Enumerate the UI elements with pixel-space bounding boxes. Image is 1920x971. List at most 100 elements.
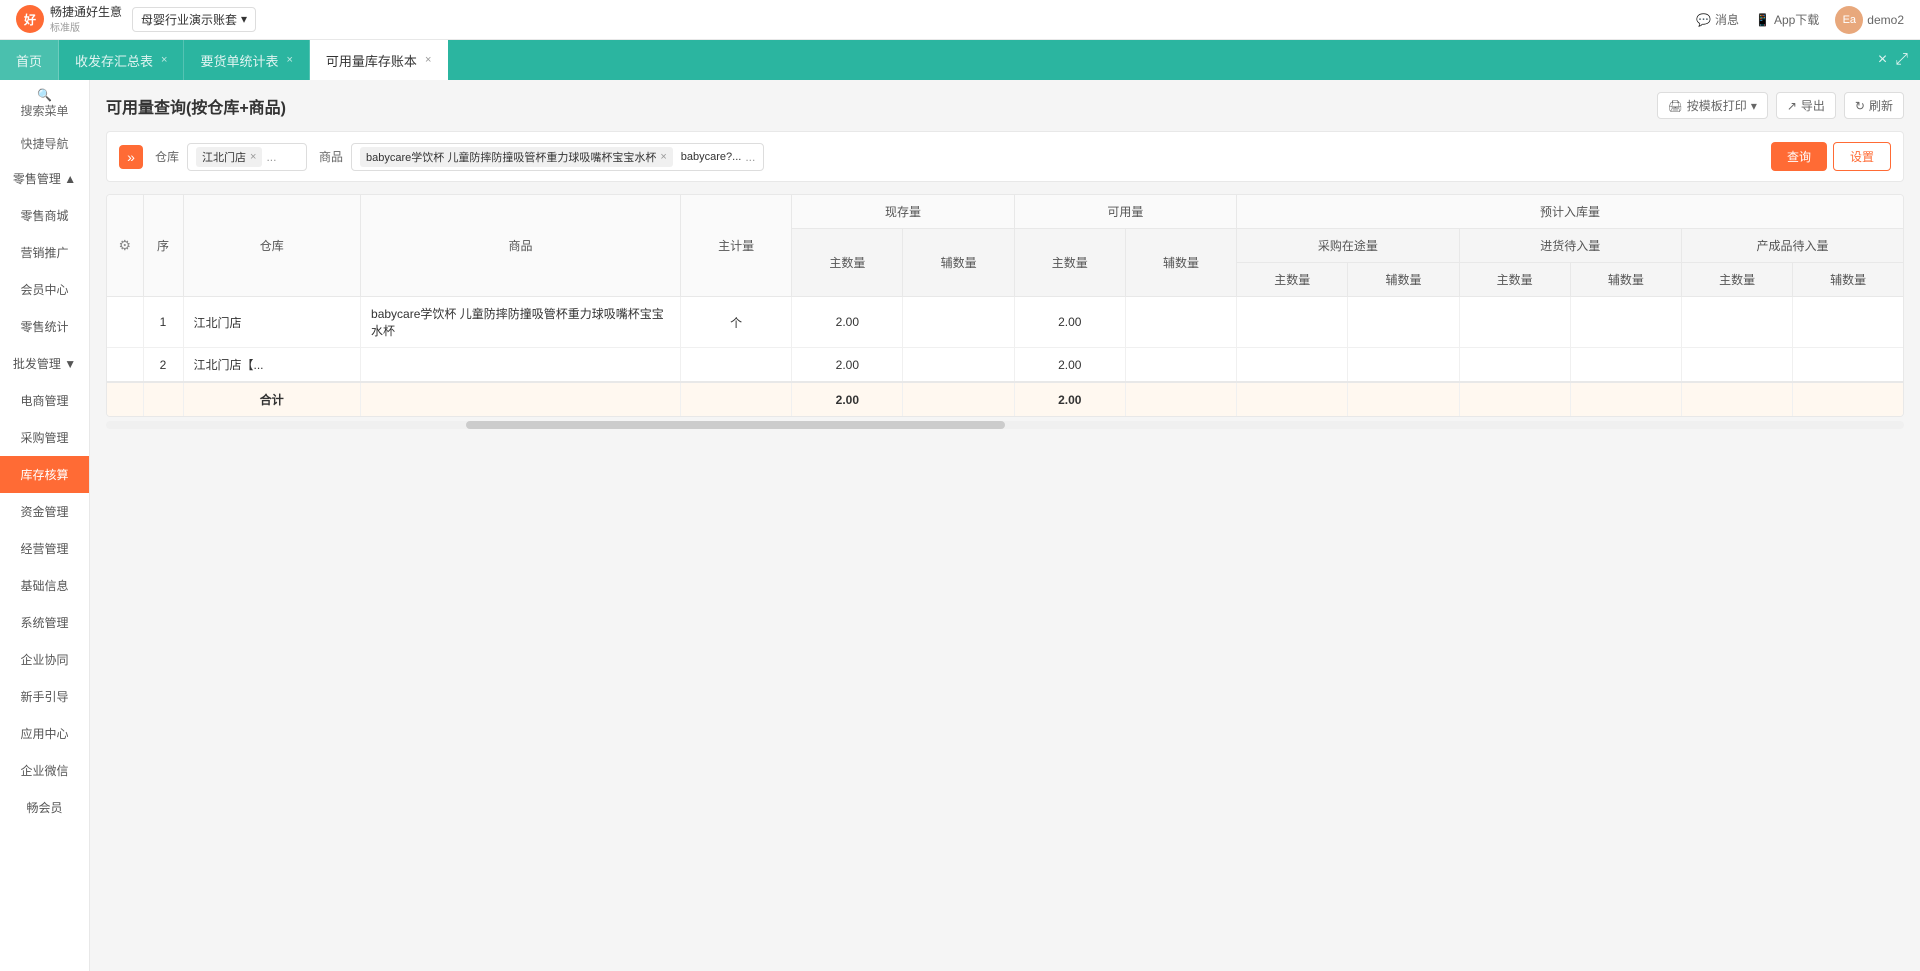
template-print-label: 按模板打印 (1687, 97, 1747, 114)
page-actions: 🖨 按模板打印 ▾ ↗ 导出 ↻ 刷新 (1657, 92, 1904, 119)
footer-no-cell (143, 382, 183, 416)
product-tag-1: babycare学饮杯 儿童防摔防撞吸管杯重力球吸嘴杯宝宝水杯 × (360, 147, 673, 167)
settings-button[interactable]: 设置 (1833, 142, 1891, 171)
page-content: 可用量查询(按仓库+商品) 🖨 按模板打印 ▾ ↗ 导出 ↻ 刷新 (90, 80, 1920, 445)
row-current-main: 2.00 (792, 348, 903, 383)
th-current-aux: 辅数量 (903, 229, 1014, 297)
row-incoming-main (1459, 348, 1570, 383)
tab-close-all[interactable]: × (1878, 51, 1887, 69)
product-filter-more[interactable]: ... (745, 150, 755, 164)
refresh-button[interactable]: ↻ 刷新 (1844, 92, 1904, 119)
th-product: 商品 (361, 195, 681, 297)
row-unit: 个 (681, 297, 792, 348)
footer-incoming-main (1459, 382, 1570, 416)
sidebar-item-operation-label: 经营管理 (20, 542, 68, 556)
th-purchase-aux: 辅数量 (1348, 263, 1459, 297)
filter-expand-button[interactable]: » (119, 145, 143, 169)
sidebar-item-vip[interactable]: 畅会员 (0, 789, 89, 826)
app-download-action[interactable]: 📱 App下载 (1755, 11, 1819, 28)
query-button[interactable]: 查询 (1771, 142, 1827, 171)
sidebar-item-app-center[interactable]: 应用中心 (0, 715, 89, 752)
tab-home-label: 首页 (16, 51, 42, 70)
sidebar-item-newbie-label: 新手引导 (20, 690, 68, 704)
template-print-button[interactable]: 🖨 按模板打印 ▾ (1657, 92, 1768, 119)
product-tag-1-close[interactable]: × (660, 151, 666, 163)
inventory-table: ⚙ 序 仓库 商品 主计量 (107, 195, 1903, 416)
export-button[interactable]: ↗ 导出 (1776, 92, 1836, 119)
tab-expand[interactable]: ⤢ (1895, 51, 1908, 69)
sidebar-item-newbie[interactable]: 新手引导 (0, 678, 89, 715)
tab-available-inventory-close[interactable]: × (425, 54, 431, 66)
sidebar-item-marketing-label: 营销推广 (20, 246, 68, 260)
sidebar-item-online-store[interactable]: 零售商城 (0, 197, 89, 234)
footer-label-cell: 合计 (183, 382, 361, 416)
sidebar-item-basic-info[interactable]: 基础信息 (0, 567, 89, 604)
sidebar-item-wechat-work[interactable]: 企业微信 (0, 752, 89, 789)
row-no: 2 (143, 348, 183, 383)
sidebar-item-zero-sales[interactable]: 零售管理 ▲ (0, 160, 89, 197)
sidebar-item-system[interactable]: 系统管理 (0, 604, 89, 641)
row-available-aux (1125, 348, 1236, 383)
user-profile[interactable]: Ea demo2 (1835, 6, 1904, 34)
sidebar-quick-nav[interactable]: 快捷导航 (0, 127, 89, 160)
sidebar-item-ecommerce[interactable]: 电商管理 (0, 382, 89, 419)
tenant-selector[interactable]: 母婴行业演示账套 ▾ (132, 7, 256, 32)
logo-text: 畅捷通好生意 (50, 5, 122, 19)
row-available-main: 2.00 (1014, 348, 1125, 383)
tab-receive-send-label: 收发存汇总表 (75, 51, 153, 70)
column-settings-button[interactable]: ⚙ (118, 237, 131, 254)
sidebar-item-purchase-label: 采购管理 (20, 431, 68, 445)
horizontal-scrollbar[interactable] (106, 421, 1904, 429)
footer-available-aux (1125, 382, 1236, 416)
warehouse-tag-close[interactable]: × (250, 151, 256, 163)
phone-icon: 📱 (1755, 13, 1770, 27)
header-left: 好 畅捷通好生意 标准版 母婴行业演示账套 ▾ (16, 5, 256, 34)
sidebar-item-wholesale[interactable]: 批发管理 ▼ (0, 345, 89, 382)
tab-receive-send-close[interactable]: × (161, 54, 167, 66)
sidebar-item-inventory[interactable]: 库存核算 (0, 456, 89, 493)
sidebar-item-zero-sales-label: 零售管理 ▲ (13, 172, 76, 186)
avatar: Ea (1835, 6, 1863, 34)
footer-available-main: 2.00 (1014, 382, 1125, 416)
product-filter-group: 商品 babycare学饮杯 儿童防摔防撞吸管杯重力球吸嘴杯宝宝水杯 × bab… (319, 143, 764, 171)
content-area: 可用量查询(按仓库+商品) 🖨 按模板打印 ▾ ↗ 导出 ↻ 刷新 (90, 80, 1920, 971)
warehouse-filter-more[interactable]: ... (266, 150, 276, 164)
warehouse-filter-group: 仓库 江北门店 × ... (155, 143, 307, 171)
export-icon: ↗ (1787, 99, 1797, 113)
dropdown-icon: ▾ (241, 12, 247, 26)
row-no: 1 (143, 297, 183, 348)
sidebar-item-operation[interactable]: 经营管理 (0, 530, 89, 567)
tenant-name: 母婴行业演示账套 (141, 11, 237, 28)
sidebar-item-enterprise-label: 企业协同 (20, 653, 68, 667)
th-settings: ⚙ (107, 195, 143, 297)
top-header: 好 畅捷通好生意 标准版 母婴行业演示账套 ▾ 💬 消息 📱 App下载 Ea … (0, 0, 1920, 40)
sidebar-search[interactable]: 🔍 搜索菜单 (0, 80, 89, 127)
sidebar-item-finance[interactable]: 资金管理 (0, 493, 89, 530)
footer-current-aux (903, 382, 1014, 416)
avatar-text: Ea (1843, 14, 1856, 26)
tab-order-stats[interactable]: 要货单统计表 × (184, 40, 309, 80)
table-container: ⚙ 序 仓库 商品 主计量 (106, 194, 1904, 417)
tab-receive-send[interactable]: 收发存汇总表 × (59, 40, 184, 80)
row-purchase-main (1237, 297, 1348, 348)
message-action[interactable]: 💬 消息 (1696, 11, 1739, 28)
warehouse-filter-input[interactable]: 江北门店 × ... (187, 143, 307, 171)
scroll-thumb[interactable] (466, 421, 1005, 429)
row-purchase-main (1237, 348, 1348, 383)
sidebar-item-enterprise[interactable]: 企业协同 (0, 641, 89, 678)
sidebar-item-marketing[interactable]: 营销推广 (0, 234, 89, 271)
row-warehouse: 江北门店【... (183, 348, 361, 383)
product-filter-input[interactable]: babycare学饮杯 儿童防摔防撞吸管杯重力球吸嘴杯宝宝水杯 × babyca… (351, 143, 764, 171)
sidebar-item-purchase[interactable]: 采购管理 (0, 419, 89, 456)
tab-available-inventory[interactable]: 可用量库存账本 × (310, 40, 448, 80)
row-current-main: 2.00 (792, 297, 903, 348)
logo-area: 好 畅捷通好生意 标准版 (16, 5, 122, 34)
tab-order-stats-close[interactable]: × (286, 54, 292, 66)
sidebar-item-app-center-label: 应用中心 (20, 727, 68, 741)
row-incoming-aux (1570, 348, 1681, 383)
sidebar-item-member[interactable]: 会员中心 (0, 271, 89, 308)
tab-home[interactable]: 首页 (0, 40, 59, 80)
sidebar-item-retail-stats[interactable]: 零售统计 (0, 308, 89, 345)
footer-incoming-aux (1570, 382, 1681, 416)
warehouse-filter-label: 仓库 (155, 148, 179, 165)
